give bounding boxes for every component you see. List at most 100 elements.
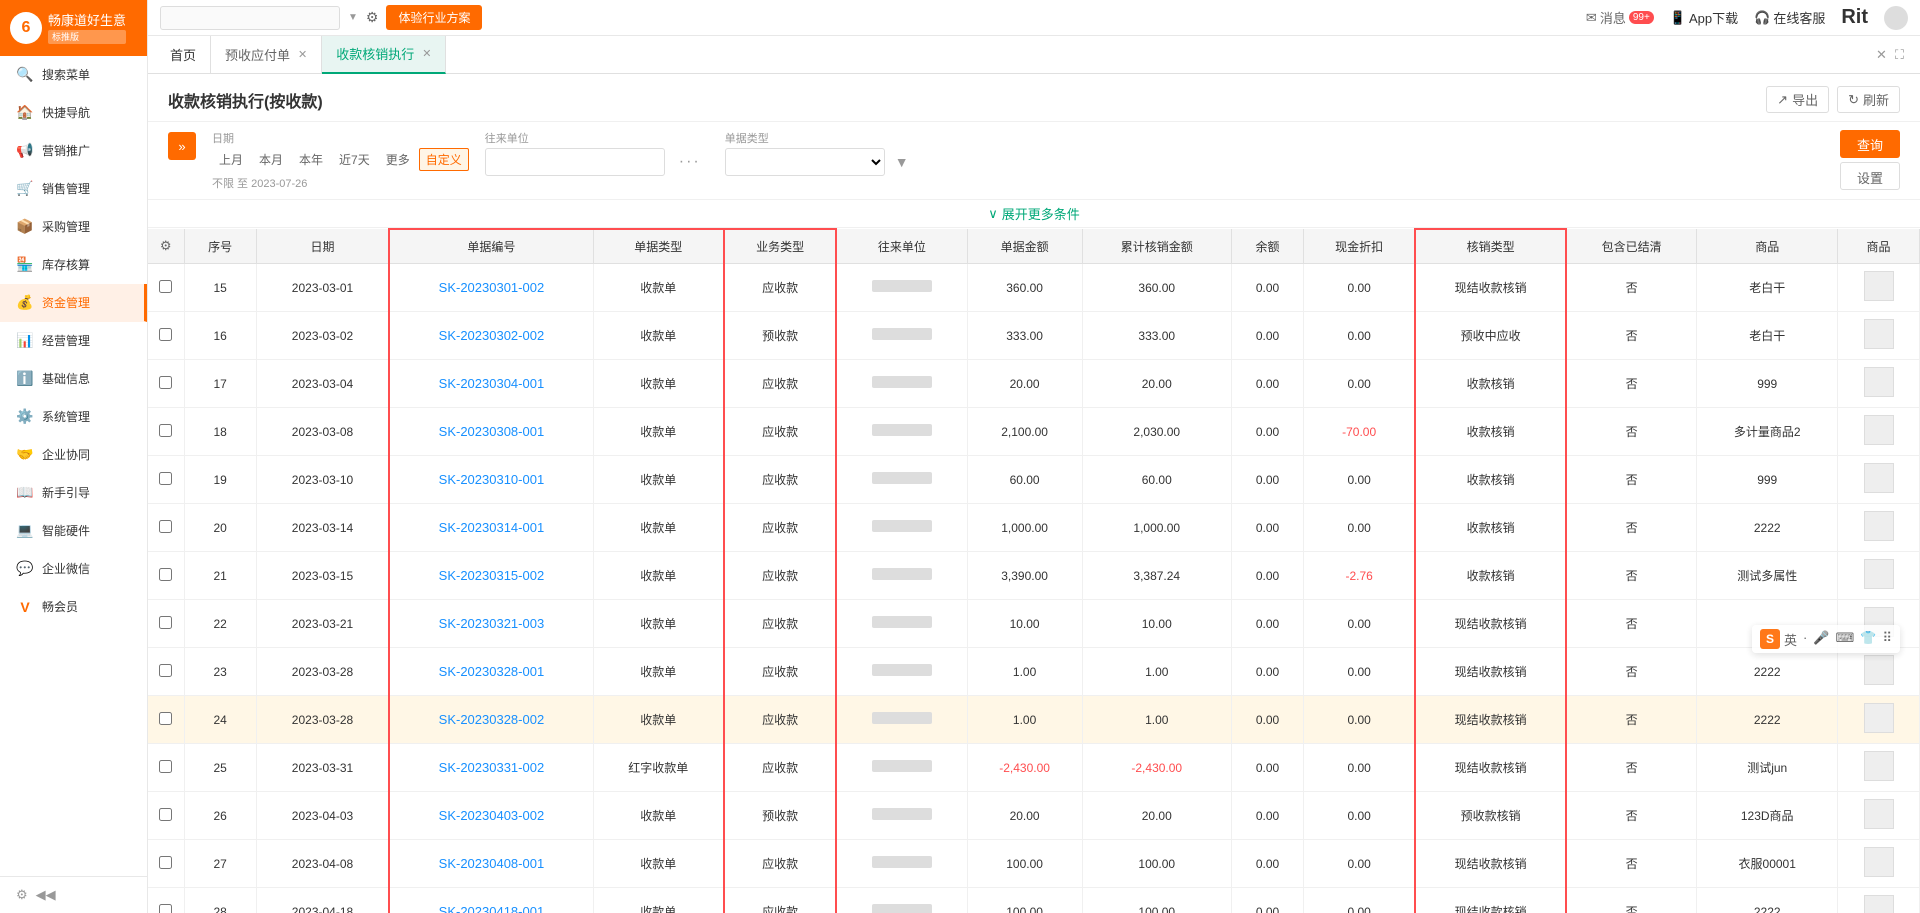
- row-checkbox[interactable]: [159, 328, 172, 341]
- date-btn-this-month[interactable]: 本月: [252, 148, 290, 171]
- cell-checkbox[interactable]: [148, 504, 184, 552]
- tab-collection[interactable]: 收款核销执行 ✕: [322, 36, 446, 74]
- row-checkbox[interactable]: [159, 280, 172, 293]
- date-btn-custom[interactable]: 自定义: [419, 148, 469, 171]
- doc-no-link[interactable]: SK-20230308-001: [439, 424, 545, 439]
- cell-checkbox[interactable]: [148, 744, 184, 792]
- row-checkbox[interactable]: [159, 904, 172, 913]
- query-button[interactable]: 查询: [1840, 130, 1900, 158]
- tab-close-all-icon[interactable]: ✕: [1876, 47, 1887, 63]
- row-checkbox[interactable]: [159, 472, 172, 485]
- tab-close-collection[interactable]: ✕: [422, 47, 431, 60]
- sidebar-item-wechat[interactable]: 💬 企业微信: [0, 550, 147, 588]
- doc-no-link[interactable]: SK-20230418-001: [439, 904, 545, 913]
- doc-no-link[interactable]: SK-20230304-001: [439, 376, 545, 391]
- doc-no-link[interactable]: SK-20230408-001: [439, 856, 545, 871]
- doc-no-link[interactable]: SK-20230328-002: [439, 712, 545, 727]
- industry-button[interactable]: 体验行业方案: [386, 5, 482, 30]
- sidebar-item-basics[interactable]: ℹ️ 基础信息: [0, 360, 147, 398]
- row-checkbox[interactable]: [159, 568, 172, 581]
- messages-button[interactable]: ✉ 消息 99+: [1586, 8, 1654, 27]
- sidebar-item-finance[interactable]: 💰 资金管理: [0, 284, 147, 322]
- cell-doc-type: 收款单: [593, 456, 724, 504]
- doc-no-link[interactable]: SK-20230315-002: [439, 568, 545, 583]
- doc-no-link[interactable]: SK-20230321-003: [439, 616, 545, 631]
- filter-expand-row: ∨ 展开更多条件: [148, 200, 1920, 228]
- logo-text: 畅康道好生意 标推版: [48, 12, 126, 45]
- cell-checkbox[interactable]: [148, 600, 184, 648]
- row-checkbox[interactable]: [159, 760, 172, 773]
- doc-no-link[interactable]: SK-20230314-001: [439, 520, 545, 535]
- cell-checkbox[interactable]: [148, 552, 184, 600]
- cell-amount: 100.00: [967, 840, 1082, 888]
- export-button[interactable]: ↗ 导出: [1766, 86, 1829, 113]
- cell-checkbox[interactable]: [148, 360, 184, 408]
- sidebar-item-system[interactable]: ⚙️ 系统管理: [0, 398, 147, 436]
- row-checkbox[interactable]: [159, 424, 172, 437]
- sidebar-item-quicknav[interactable]: 🏠 快捷导航: [0, 94, 147, 132]
- sidebar-item-search[interactable]: 🔍 搜索菜单: [0, 56, 147, 94]
- collapse-icon[interactable]: ◀◀: [36, 887, 56, 903]
- row-checkbox[interactable]: [159, 856, 172, 869]
- cell-checkbox[interactable]: [148, 888, 184, 913]
- col-setting[interactable]: ⚙: [148, 229, 184, 264]
- cell-checkbox[interactable]: [148, 696, 184, 744]
- cell-checkbox[interactable]: [148, 648, 184, 696]
- doc-no-link[interactable]: SK-20230302-002: [439, 328, 545, 343]
- row-checkbox[interactable]: [159, 664, 172, 677]
- receipt-type-chevron[interactable]: ▼: [895, 154, 909, 170]
- online-service-button[interactable]: 🎧 在线客服: [1754, 8, 1825, 27]
- sidebar-item-member[interactable]: V 畅会员: [0, 588, 147, 626]
- tab-prepayment[interactable]: 预收应付单 ✕: [211, 36, 322, 74]
- sidebar-item-purchase[interactable]: 📦 采购管理: [0, 208, 147, 246]
- filter-toggle-button[interactable]: »: [168, 132, 196, 160]
- sidebar-item-guide[interactable]: 📖 新手引导: [0, 474, 147, 512]
- doc-no-link[interactable]: SK-20230301-002: [439, 280, 545, 295]
- cell-checkbox[interactable]: [148, 312, 184, 360]
- doc-no-link[interactable]: SK-20230328-001: [439, 664, 545, 679]
- doc-no-link[interactable]: SK-20230331-002: [439, 760, 545, 775]
- breadcrumb-input[interactable]: [160, 6, 340, 30]
- row-checkbox[interactable]: [159, 520, 172, 533]
- doc-no-link[interactable]: SK-20230310-001: [439, 472, 545, 487]
- cell-doc-no: SK-20230331-002: [389, 744, 593, 792]
- cell-checkbox[interactable]: [148, 792, 184, 840]
- cell-checkbox[interactable]: [148, 840, 184, 888]
- setting-button[interactable]: 设置: [1840, 162, 1900, 190]
- expand-conditions-button[interactable]: ∨ 展开更多条件: [988, 204, 1080, 223]
- header-gear-icon[interactable]: ⚙: [366, 9, 379, 26]
- cell-goods: 123D商品: [1697, 792, 1838, 840]
- date-btn-more[interactable]: 更多: [379, 148, 417, 171]
- column-setting-icon[interactable]: ⚙: [160, 238, 172, 253]
- cell-doc-type: 收款单: [593, 408, 724, 456]
- tab-close-prepayment[interactable]: ✕: [298, 48, 307, 61]
- cell-checkbox[interactable]: [148, 264, 184, 312]
- app-download-button[interactable]: 📱 App下载: [1670, 8, 1738, 27]
- settings-icon[interactable]: ⚙: [16, 887, 28, 903]
- tab-home[interactable]: 首页: [156, 36, 211, 74]
- counterparty-input[interactable]: [485, 148, 665, 176]
- sidebar-item-sales[interactable]: 🛒 销售管理: [0, 170, 147, 208]
- sidebar-item-hardware[interactable]: 💻 智能硬件: [0, 512, 147, 550]
- avatar[interactable]: [1884, 6, 1908, 30]
- doc-no-link[interactable]: SK-20230403-002: [439, 808, 545, 823]
- date-btn-last-month[interactable]: 上月: [212, 148, 250, 171]
- row-checkbox[interactable]: [159, 616, 172, 629]
- date-btn-this-year[interactable]: 本年: [292, 148, 330, 171]
- cell-checkbox[interactable]: [148, 408, 184, 456]
- cell-checkbox[interactable]: [148, 456, 184, 504]
- receipt-type-select[interactable]: [725, 148, 885, 176]
- sidebar-item-inventory[interactable]: 🏪 库存核算: [0, 246, 147, 284]
- row-checkbox[interactable]: [159, 712, 172, 725]
- sidebar-item-marketing[interactable]: 📢 营销推广: [0, 132, 147, 170]
- cell-verified: 20.00: [1082, 360, 1231, 408]
- tab-expand-icon[interactable]: ⛶: [1895, 47, 1904, 63]
- sidebar-item-operations[interactable]: 📊 经营管理: [0, 322, 147, 360]
- counterparty-ellipsis[interactable]: ···: [671, 153, 709, 171]
- row-checkbox[interactable]: [159, 808, 172, 821]
- refresh-button[interactable]: ↻ 刷新: [1837, 86, 1900, 113]
- date-btn-7days[interactable]: 近7天: [332, 148, 377, 171]
- sidebar-item-enterprise[interactable]: 🤝 企业协同: [0, 436, 147, 474]
- row-checkbox[interactable]: [159, 376, 172, 389]
- user-name[interactable]: Rit: [1841, 6, 1868, 29]
